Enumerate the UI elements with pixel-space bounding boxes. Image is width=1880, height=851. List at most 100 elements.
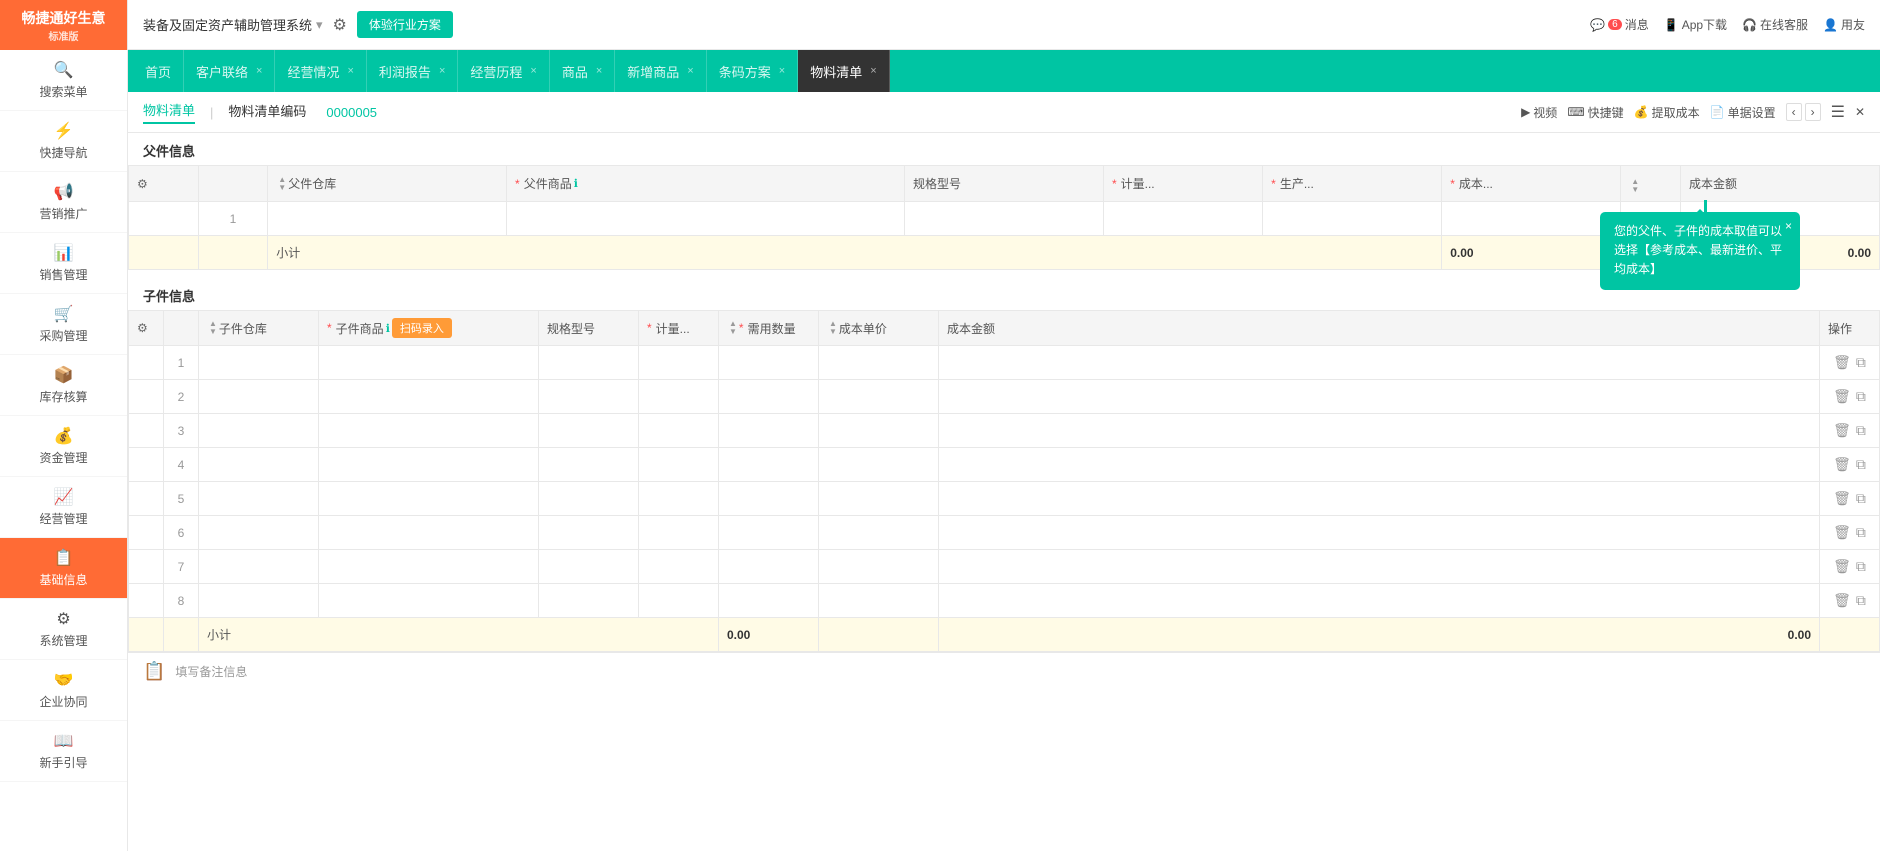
child-row7-warehouse[interactable]	[199, 550, 319, 584]
child-row3-unit-price[interactable]	[819, 414, 939, 448]
tab-barcode-close[interactable]: ×	[779, 65, 785, 77]
child-row8-warehouse[interactable]	[199, 584, 319, 618]
child-row5-product[interactable]	[319, 482, 539, 516]
copy-icon-row7[interactable]: ⧉	[1856, 558, 1866, 575]
child-row6-spec[interactable]	[539, 516, 639, 550]
delete-icon-row2[interactable]: 🗑	[1833, 388, 1851, 405]
bottom-note-icon[interactable]: 📋	[143, 661, 165, 682]
child-row3-warehouse[interactable]	[199, 414, 319, 448]
sidebar-item-collab[interactable]: 🤝 企业协同	[0, 660, 127, 721]
tab-product[interactable]: 商品 ×	[550, 50, 615, 92]
tab-barcode[interactable]: 条码方案 ×	[707, 50, 798, 92]
tab-profit-close[interactable]: ×	[439, 65, 445, 77]
app-download-item[interactable]: 📱 App下载	[1664, 16, 1727, 33]
tab-new-product[interactable]: 新增商品 ×	[615, 50, 706, 92]
user-item[interactable]: 👤 用友	[1823, 16, 1865, 33]
child-row7-product[interactable]	[319, 550, 539, 584]
delete-icon-row4[interactable]: 🗑	[1833, 456, 1851, 473]
shortcut-item[interactable]: ⌨ 快捷键	[1567, 104, 1623, 121]
tab-operation[interactable]: 经营情况 ×	[275, 50, 366, 92]
sidebar-item-basic-info[interactable]: 📋 基础信息	[0, 538, 127, 599]
tab-customer[interactable]: 客户联络 ×	[184, 50, 275, 92]
child-row3-qty[interactable]	[719, 414, 819, 448]
copy-icon-row6[interactable]: ⧉	[1856, 524, 1866, 541]
child-row5-unit[interactable]	[639, 482, 719, 516]
tab-profit[interactable]: 利润报告 ×	[367, 50, 458, 92]
child-row8-spec[interactable]	[539, 584, 639, 618]
child-row1-warehouse[interactable]	[199, 346, 319, 380]
tab-product-close[interactable]: ×	[596, 65, 602, 77]
child-row8-unit-price[interactable]	[819, 584, 939, 618]
parent-row1-unit[interactable]	[1103, 202, 1262, 236]
tab-history[interactable]: 经营历程 ×	[458, 50, 549, 92]
parent-row1-warehouse[interactable]	[268, 202, 507, 236]
parent-settings-icon[interactable]: ⚙	[137, 177, 148, 191]
list-view-icon[interactable]: ☰	[1831, 102, 1845, 122]
tab-customer-close[interactable]: ×	[256, 65, 262, 77]
child-row8-unit[interactable]	[639, 584, 719, 618]
copy-icon-row5[interactable]: ⧉	[1856, 490, 1866, 507]
sub-nav-bom-code[interactable]: 物料清单编码	[228, 101, 306, 123]
sidebar-item-inventory[interactable]: 📦 库存核算	[0, 355, 127, 416]
tab-bom[interactable]: 物料清单 ×	[798, 50, 889, 92]
child-row6-warehouse[interactable]	[199, 516, 319, 550]
trial-button[interactable]: 体验行业方案	[357, 11, 453, 38]
child-row4-product[interactable]	[319, 448, 539, 482]
child-row7-unit[interactable]	[639, 550, 719, 584]
copy-icon-row1[interactable]: ⧉	[1856, 354, 1866, 371]
child-row2-product[interactable]	[319, 380, 539, 414]
sidebar-item-system[interactable]: ⚙ 系统管理	[0, 599, 127, 660]
child-row1-product[interactable]	[319, 346, 539, 380]
child-row3-product[interactable]	[319, 414, 539, 448]
child-row4-unit-price[interactable]	[819, 448, 939, 482]
doc-settings-item[interactable]: 📄 单据设置	[1710, 104, 1776, 121]
sidebar-item-purchase[interactable]: 🛒 采购管理	[0, 294, 127, 355]
child-row1-qty[interactable]	[719, 346, 819, 380]
child-row7-unit-price[interactable]	[819, 550, 939, 584]
sidebar-item-guide[interactable]: 📖 新手引导	[0, 721, 127, 782]
message-item[interactable]: 💬 6 消息	[1590, 16, 1649, 33]
child-row3-spec[interactable]	[539, 414, 639, 448]
scan-button[interactable]: 扫码录入	[392, 318, 452, 338]
child-settings-icon[interactable]: ⚙	[137, 321, 148, 335]
child-row6-unit-price[interactable]	[819, 516, 939, 550]
sidebar-item-nav[interactable]: ⚡ 快捷导航	[0, 111, 127, 172]
child-row4-spec[interactable]	[539, 448, 639, 482]
child-row8-qty[interactable]	[719, 584, 819, 618]
system-title-dropdown[interactable]: 装备及固定资产辅助管理系统 ▾	[143, 15, 323, 34]
online-service-item[interactable]: 🎧 在线客服	[1742, 16, 1808, 33]
tooltip-close-btn[interactable]: ×	[1785, 217, 1792, 236]
child-row7-spec[interactable]	[539, 550, 639, 584]
page-close-icon[interactable]: ✕	[1855, 105, 1865, 119]
child-row7-qty[interactable]	[719, 550, 819, 584]
delete-icon-row7[interactable]: 🗑	[1833, 558, 1851, 575]
tab-home[interactable]: 首页	[133, 50, 184, 92]
child-row2-qty[interactable]	[719, 380, 819, 414]
child-row8-product[interactable]	[319, 584, 539, 618]
child-row4-qty[interactable]	[719, 448, 819, 482]
parent-row1-product[interactable]	[507, 202, 905, 236]
copy-icon-row4[interactable]: ⧉	[1856, 456, 1866, 473]
child-row6-unit[interactable]	[639, 516, 719, 550]
bottom-note-hint[interactable]: 填写备注信息	[175, 663, 247, 680]
child-row6-qty[interactable]	[719, 516, 819, 550]
child-row3-unit[interactable]	[639, 414, 719, 448]
tab-bom-close[interactable]: ×	[870, 65, 876, 77]
child-row2-warehouse[interactable]	[199, 380, 319, 414]
child-row5-warehouse[interactable]	[199, 482, 319, 516]
copy-icon-row3[interactable]: ⧉	[1856, 422, 1866, 439]
sidebar-item-marketing[interactable]: 📢 营销推广	[0, 172, 127, 233]
child-row1-unit[interactable]	[639, 346, 719, 380]
copy-icon-row2[interactable]: ⧉	[1856, 388, 1866, 405]
tab-history-close[interactable]: ×	[530, 65, 536, 77]
delete-icon-row6[interactable]: 🗑	[1833, 524, 1851, 541]
child-row5-spec[interactable]	[539, 482, 639, 516]
child-row2-unit[interactable]	[639, 380, 719, 414]
child-row4-unit[interactable]	[639, 448, 719, 482]
child-row5-unit-price[interactable]	[819, 482, 939, 516]
child-row2-unit-price[interactable]	[819, 380, 939, 414]
extract-cost-item[interactable]: 💰 提取成本	[1634, 104, 1700, 121]
delete-icon-row5[interactable]: 🗑	[1833, 490, 1851, 507]
child-row6-product[interactable]	[319, 516, 539, 550]
parent-row1-cost[interactable]	[1442, 202, 1621, 236]
